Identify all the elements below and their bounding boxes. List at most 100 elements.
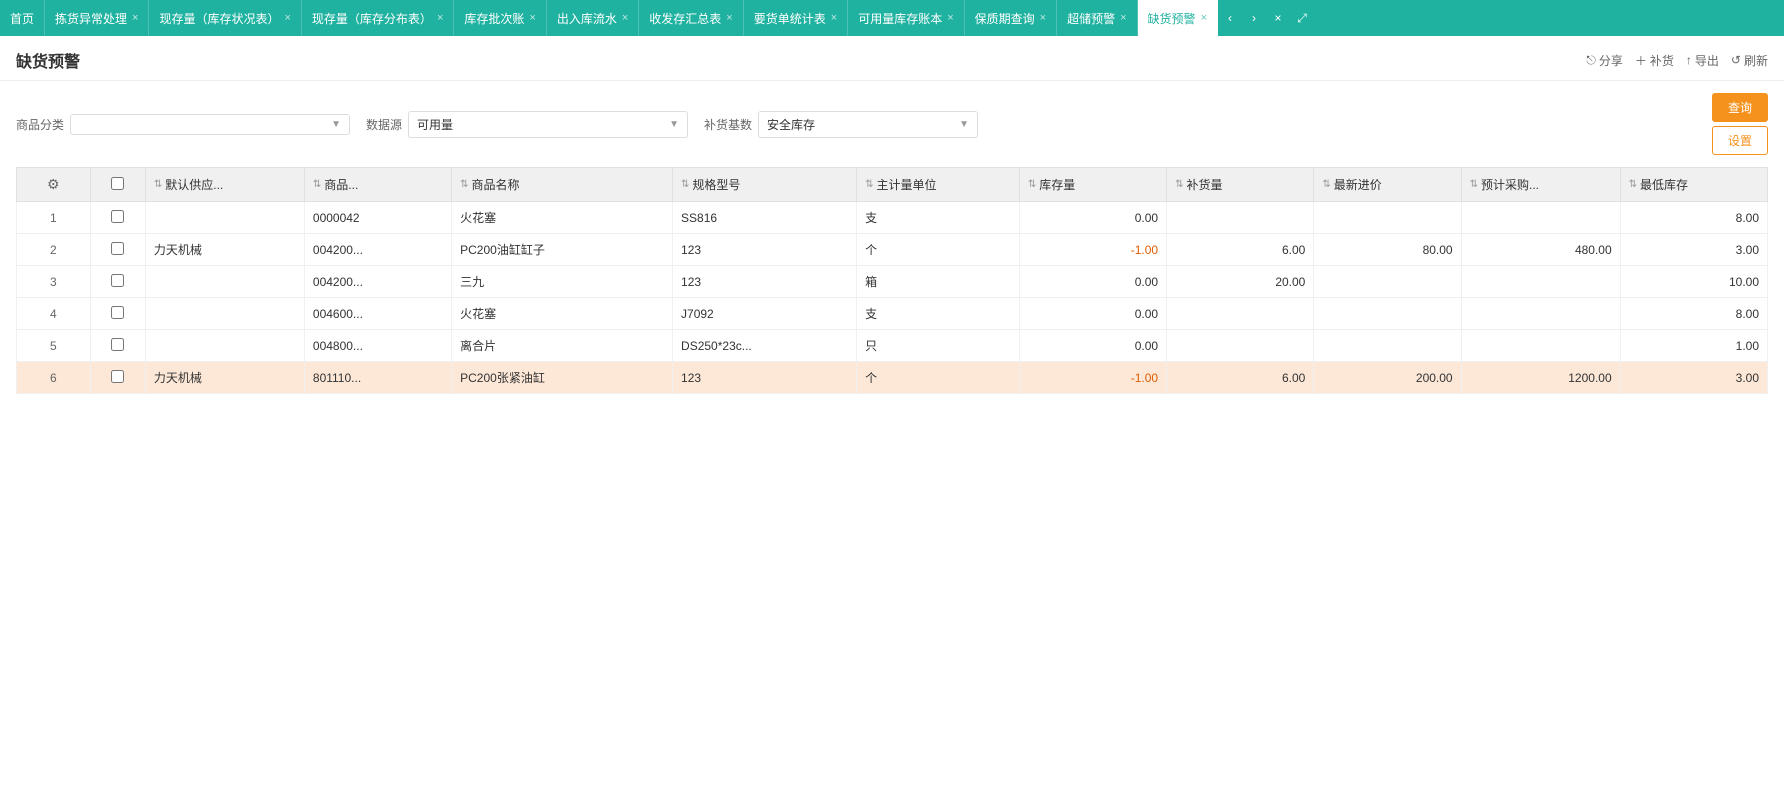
th-unit[interactable]: ⇅ 主计量单位 (857, 168, 1020, 202)
th-stock[interactable]: ⇅ 库存量 (1019, 168, 1166, 202)
tab-nav-next[interactable]: › (1242, 0, 1266, 36)
tab-receive[interactable]: 收发存汇总表 × (639, 0, 743, 36)
row-min-stock: 3.00 (1620, 234, 1767, 266)
datasource-filter-group: 数据源 可用量 ▼ (366, 111, 688, 138)
tab-available[interactable]: 可用量库存账本 × (848, 0, 964, 36)
replenish-button[interactable]: ＋ 补货 (1635, 52, 1674, 69)
row-supplier: 力天机械 (145, 234, 304, 266)
row-index: 2 (17, 234, 91, 266)
tab-shortage-close[interactable]: × (1201, 12, 1207, 24)
row-checkbox-cell[interactable] (90, 266, 145, 298)
filter-bar: 商品分类 ▼ 数据源 可用量 ▼ 补货基数 安全库存 ▼ 查询 设置 (0, 81, 1784, 167)
tab-shortage[interactable]: 缺货预警 × (1138, 0, 1218, 36)
datasource-select[interactable]: 可用量 ▼ (408, 111, 688, 138)
row-unit: 支 (857, 202, 1020, 234)
row-supplier (145, 266, 304, 298)
tab-nav-close-all[interactable]: × (1266, 0, 1290, 36)
table-row: 3 004200... 三九 123 箱 0.00 20.00 10.00 (17, 266, 1768, 298)
tab-expiry-close[interactable]: × (1040, 12, 1046, 24)
th-name[interactable]: ⇅ 商品名称 (452, 168, 673, 202)
row-index: 1 (17, 202, 91, 234)
table-row: 4 004600... 火花塞 J7092 支 0.00 8.00 (17, 298, 1768, 330)
row-checkbox[interactable] (111, 210, 124, 223)
row-min-stock: 3.00 (1620, 362, 1767, 394)
tab-overstock-close[interactable]: × (1120, 12, 1126, 24)
row-code: 004200... (304, 234, 451, 266)
tab-overstock[interactable]: 超储预警 × (1057, 0, 1137, 36)
select-all-checkbox[interactable] (111, 177, 124, 190)
row-index: 6 (17, 362, 91, 394)
tab-stock-dist-close[interactable]: × (437, 12, 443, 24)
tab-expiry[interactable]: 保质期查询 × (965, 0, 1057, 36)
tab-demand[interactable]: 要货单统计表 × (744, 0, 848, 36)
table-container: ⚙ ⇅ 默认供应... ⇅ 商品... (0, 167, 1784, 394)
row-checkbox[interactable] (111, 274, 124, 287)
tab-inout[interactable]: 出入库流水 × (547, 0, 639, 36)
tab-home[interactable]: 首页 (0, 0, 45, 36)
row-code: 004800... (304, 330, 451, 362)
share-icon: ⎋ (1586, 53, 1596, 68)
th-spec[interactable]: ⇅ 规格型号 (673, 168, 857, 202)
replenish-base-select[interactable]: 安全库存 ▼ (758, 111, 978, 138)
main-content: 缺货预警 ⎋ 分享 ＋ 补货 ↑ 导出 ↺ 刷新 商品分类 (0, 36, 1784, 796)
gear-icon[interactable]: ⚙ (47, 176, 60, 192)
row-forecast-purchase (1461, 330, 1620, 362)
query-button[interactable]: 查询 (1712, 93, 1768, 122)
sort-spec-icon: ⇅ (681, 179, 689, 190)
row-forecast-purchase: 1200.00 (1461, 362, 1620, 394)
th-supplier[interactable]: ⇅ 默认供应... (145, 168, 304, 202)
th-latest-price[interactable]: ⇅ 最新进价 (1314, 168, 1461, 202)
tab-exception[interactable]: 拣货异常处理 × (45, 0, 149, 36)
row-spec: 123 (673, 362, 857, 394)
row-name: 火花塞 (452, 298, 673, 330)
replenish-base-value: 安全库存 (767, 116, 815, 133)
tab-exception-close[interactable]: × (132, 12, 138, 24)
row-checkbox-cell[interactable] (90, 298, 145, 330)
row-checkbox-cell[interactable] (90, 234, 145, 266)
th-replenish[interactable]: ⇅ 补货量 (1167, 168, 1314, 202)
sort-price-icon: ⇅ (1322, 179, 1330, 190)
page-header: 缺货预警 ⎋ 分享 ＋ 补货 ↑ 导出 ↺ 刷新 (0, 36, 1784, 81)
row-name: PC200张紧油缸 (452, 362, 673, 394)
tab-stock-status[interactable]: 现存量（库存状况表） × (149, 0, 301, 36)
row-replenish: 6.00 (1167, 362, 1314, 394)
row-replenish (1167, 330, 1314, 362)
sort-name-icon: ⇅ (460, 179, 468, 190)
row-checkbox-cell[interactable] (90, 202, 145, 234)
row-name: 火花塞 (452, 202, 673, 234)
row-checkbox-cell[interactable] (90, 362, 145, 394)
th-checkbox[interactable] (90, 168, 145, 202)
row-min-stock: 8.00 (1620, 298, 1767, 330)
tab-nav-prev[interactable]: ‹ (1218, 0, 1242, 36)
tab-stock-dist[interactable]: 现存量（库存分布表） × (302, 0, 454, 36)
share-button[interactable]: ⎋ 分享 (1586, 52, 1623, 69)
settings-button[interactable]: 设置 (1712, 126, 1768, 155)
export-button[interactable]: ↑ 导出 (1686, 52, 1719, 69)
row-min-stock: 1.00 (1620, 330, 1767, 362)
th-gear[interactable]: ⚙ (17, 168, 91, 202)
tab-batch[interactable]: 库存批次账 × (454, 0, 546, 36)
th-min-stock[interactable]: ⇅ 最低库存 (1620, 168, 1767, 202)
row-checkbox[interactable] (111, 242, 124, 255)
refresh-button[interactable]: ↺ 刷新 (1731, 52, 1768, 69)
tab-stock-status-close[interactable]: × (284, 12, 290, 24)
tab-receive-close[interactable]: × (726, 12, 732, 24)
th-code[interactable]: ⇅ 商品... (304, 168, 451, 202)
shortage-table: ⚙ ⇅ 默认供应... ⇅ 商品... (16, 167, 1768, 394)
row-checkbox-cell[interactable] (90, 330, 145, 362)
tab-available-close[interactable]: × (947, 12, 953, 24)
row-latest-price (1314, 202, 1461, 234)
tab-inout-close[interactable]: × (622, 12, 628, 24)
row-checkbox[interactable] (111, 370, 124, 383)
table-row: 1 0000042 火花塞 SS816 支 0.00 8.00 (17, 202, 1768, 234)
row-unit: 箱 (857, 266, 1020, 298)
th-forecast-purchase[interactable]: ⇅ 预计采购... (1461, 168, 1620, 202)
row-stock: 0.00 (1019, 298, 1166, 330)
row-checkbox[interactable] (111, 338, 124, 351)
category-select[interactable]: ▼ (70, 114, 350, 135)
tab-batch-close[interactable]: × (529, 12, 535, 24)
row-stock: 0.00 (1019, 202, 1166, 234)
tab-nav-expand[interactable]: ⤢ (1290, 0, 1314, 36)
row-checkbox[interactable] (111, 306, 124, 319)
tab-demand-close[interactable]: × (831, 12, 837, 24)
